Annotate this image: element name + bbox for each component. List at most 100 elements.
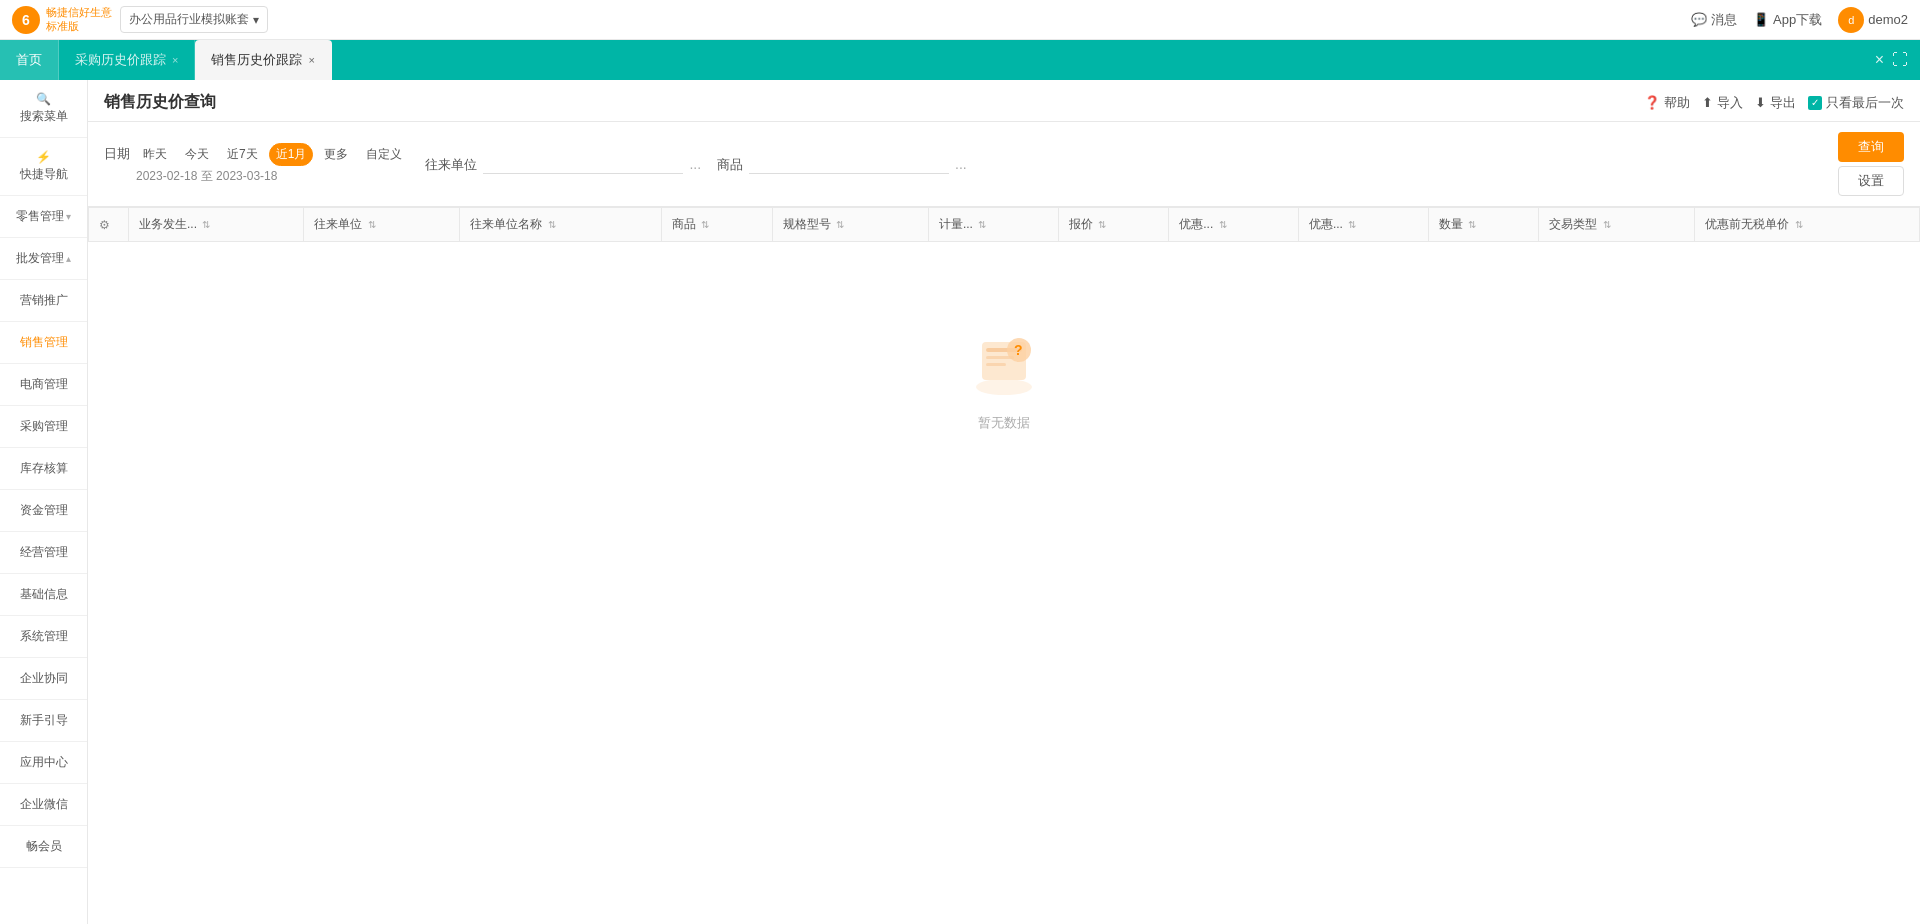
col-pre-tax-price[interactable]: 优惠前无税单价 ⇅	[1695, 208, 1920, 242]
sidebar-item-member[interactable]: 畅会员	[0, 826, 87, 868]
col-biz-date[interactable]: 业务发生... ⇅	[129, 208, 304, 242]
svg-point-0	[976, 379, 1032, 395]
date-btn-today[interactable]: 今天	[178, 143, 216, 166]
tab-home[interactable]: 首页	[0, 40, 59, 80]
date-btn-more[interactable]: 更多	[317, 143, 355, 166]
page-title: 销售历史价查询	[104, 92, 216, 113]
sidebar-item-ecommerce[interactable]: 电商管理	[0, 364, 87, 406]
close-purchase-tab-button[interactable]: ×	[172, 54, 178, 66]
date-btn-1month[interactable]: 近1月	[269, 143, 314, 166]
sidebar-item-appstore[interactable]: 应用中心	[0, 742, 87, 784]
top-bar-left: 6 畅捷信好生意 标准版 办公用品行业模拟账套 ▾	[12, 6, 268, 34]
date-btn-last7[interactable]: 近7天	[220, 143, 265, 166]
help-button[interactable]: ❓ 帮助	[1644, 94, 1690, 112]
product-dots[interactable]: ...	[955, 156, 967, 172]
col-product[interactable]: 商品 ⇅	[662, 208, 773, 242]
empty-illustration: ?	[964, 322, 1044, 402]
sort-icon: ⇅	[978, 219, 986, 230]
tab-sales-history[interactable]: 销售历史价跟踪 ×	[195, 40, 331, 80]
partner-dots[interactable]: ...	[689, 156, 701, 172]
col-discount1[interactable]: 优惠... ⇅	[1169, 208, 1299, 242]
col-settings[interactable]: ⚙	[89, 208, 129, 242]
import-icon: ⬆	[1702, 95, 1713, 110]
col-discount2[interactable]: 优惠... ⇅	[1298, 208, 1428, 242]
data-table: ⚙ 业务发生... ⇅ 往来单位 ⇅ 往来单位名称 ⇅	[88, 207, 1920, 512]
header-actions: ❓ 帮助 ⬆ 导入 ⬇ 导出 ✓ 只看最后一次	[1644, 94, 1904, 112]
col-unit[interactable]: 计量... ⇅	[928, 208, 1058, 242]
download-button[interactable]: 📱 App下载	[1753, 11, 1822, 29]
message-icon: 💬	[1691, 12, 1707, 27]
query-button[interactable]: 查询	[1838, 132, 1904, 162]
settings-button[interactable]: 设置	[1838, 166, 1904, 196]
top-bar-right: 💬 消息 📱 App下载 d demo2	[1691, 7, 1908, 33]
import-button[interactable]: ⬆ 导入	[1702, 94, 1743, 112]
sidebar-item-purchase[interactable]: 采购管理	[0, 406, 87, 448]
gear-icon[interactable]: ⚙	[99, 218, 110, 232]
tab-purchase-history[interactable]: 采购历史价跟踪 ×	[59, 40, 195, 80]
logo-icon: 6	[12, 6, 40, 34]
tab-bar: 首页 采购历史价跟踪 × 销售历史价跟踪 × × ⛶	[0, 40, 1920, 80]
sidebar-item-search[interactable]: 🔍 搜索菜单	[0, 80, 87, 138]
partner-filter-group: 往来单位 ...	[425, 154, 701, 174]
maximize-button[interactable]: ⛶	[1892, 51, 1908, 69]
user-menu[interactable]: d demo2	[1838, 7, 1908, 33]
sort-icon: ⇅	[1348, 219, 1356, 230]
col-spec[interactable]: 规格型号 ⇅	[772, 208, 928, 242]
download-icon: 📱	[1753, 12, 1769, 27]
table-container: ⚙ 业务发生... ⇅ 往来单位 ⇅ 往来单位名称 ⇅	[88, 207, 1920, 924]
logo-area: 6 畅捷信好生意 标准版	[12, 6, 112, 34]
filter-area: 日期 昨天 今天 近7天 近1月 更多 自定义 2023-02-18 至 202…	[88, 122, 1920, 207]
close-sales-tab-button[interactable]: ×	[308, 54, 314, 66]
sidebar-item-quick-nav[interactable]: ⚡ 快捷导航	[0, 138, 87, 196]
sidebar-item-system[interactable]: 系统管理	[0, 616, 87, 658]
chevron-up-icon: ▴	[66, 253, 71, 264]
sidebar-item-wholesale[interactable]: 批发管理 ▴	[0, 238, 87, 280]
close-all-tabs-button[interactable]: ×	[1875, 51, 1884, 69]
date-range-display: 2023-02-18 至 2023-03-18	[136, 168, 409, 185]
sidebar-item-wechat[interactable]: 企业微信	[0, 784, 87, 826]
partner-field: ...	[483, 154, 701, 174]
sidebar-item-inventory[interactable]: 库存核算	[0, 448, 87, 490]
checkbox-icon: ✓	[1808, 96, 1822, 110]
col-partner-code[interactable]: 往来单位 ⇅	[304, 208, 460, 242]
tab-bar-actions: × ⛶	[1875, 51, 1920, 69]
product-input[interactable]	[749, 154, 949, 174]
home-tab-label: 首页	[16, 51, 42, 69]
date-filter-group: 日期 昨天 今天 近7天 近1月 更多 自定义 2023-02-18 至 202…	[104, 143, 409, 185]
logo-text: 畅捷信好生意 标准版	[46, 6, 112, 32]
quicknav-icon: ⚡	[36, 150, 51, 164]
date-btn-custom[interactable]: 自定义	[359, 143, 409, 166]
sort-icon: ⇅	[1603, 219, 1611, 230]
only-last-checkbox[interactable]: ✓ 只看最后一次	[1808, 94, 1904, 112]
date-btn-yesterday[interactable]: 昨天	[136, 143, 174, 166]
sidebar-item-marketing[interactable]: 营销推广	[0, 280, 87, 322]
help-icon: ❓	[1644, 95, 1660, 110]
sidebar-item-finance[interactable]: 资金管理	[0, 490, 87, 532]
col-quantity[interactable]: 数量 ⇅	[1428, 208, 1539, 242]
export-button[interactable]: ⬇ 导出	[1755, 94, 1796, 112]
sidebar-item-retail[interactable]: 零售管理 ▾	[0, 196, 87, 238]
sidebar-item-sales[interactable]: 销售管理	[0, 322, 87, 364]
sort-icon: ⇅	[836, 219, 844, 230]
message-button[interactable]: 💬 消息	[1691, 11, 1737, 29]
date-options: 昨天 今天 近7天 近1月 更多 自定义 2023-02-18 至 2023-0…	[136, 143, 409, 185]
col-partner-name[interactable]: 往来单位名称 ⇅	[460, 208, 662, 242]
sidebar: 🔍 搜索菜单 ⚡ 快捷导航 零售管理 ▾ 批发管理 ▴ 营销推广 销售管理 电商…	[0, 80, 88, 924]
partner-input[interactable]	[483, 154, 683, 174]
sort-icon: ⇅	[1098, 219, 1106, 230]
partner-label: 往来单位	[425, 154, 477, 174]
product-label: 商品	[717, 154, 743, 174]
sort-icon: ⇅	[368, 219, 376, 230]
sidebar-item-basic[interactable]: 基础信息	[0, 574, 87, 616]
table-header-row: ⚙ 业务发生... ⇅ 往来单位 ⇅ 往来单位名称 ⇅	[89, 208, 1920, 242]
main-layout: 🔍 搜索菜单 ⚡ 快捷导航 零售管理 ▾ 批发管理 ▴ 营销推广 销售管理 电商…	[0, 80, 1920, 924]
sidebar-item-guide[interactable]: 新手引导	[0, 700, 87, 742]
product-field: ...	[749, 154, 967, 174]
sidebar-item-enterprise[interactable]: 企业协同	[0, 658, 87, 700]
sort-icon: ⇅	[1795, 219, 1803, 230]
app-selector[interactable]: 办公用品行业模拟账套 ▾	[120, 6, 268, 33]
col-quote[interactable]: 报价 ⇅	[1058, 208, 1169, 242]
chevron-down-icon: ▾	[66, 211, 71, 222]
col-trade-type[interactable]: 交易类型 ⇅	[1539, 208, 1695, 242]
sidebar-item-operations[interactable]: 经营管理	[0, 532, 87, 574]
